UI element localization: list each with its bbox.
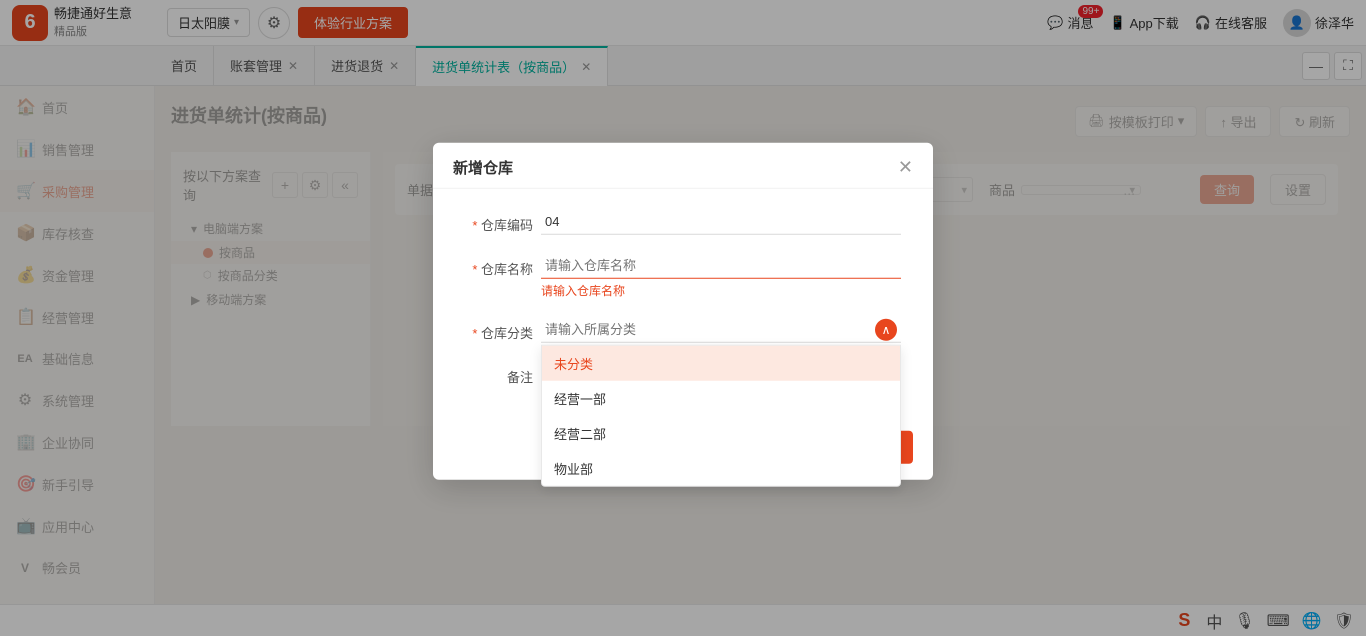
dropdown-item-ops1[interactable]: 经营一部: [542, 381, 900, 416]
form-row-category: 仓库分类 ∧ 未分类 经营一部 经营二部 物业部: [465, 317, 901, 343]
code-input[interactable]: [541, 209, 901, 235]
name-error-msg: 请输入仓库名称: [541, 282, 901, 299]
note-label: 备注: [465, 361, 533, 386]
name-input[interactable]: [541, 253, 901, 279]
category-select-wrap: ∧ 未分类 经营一部 经营二部 物业部: [541, 317, 901, 343]
form-row-name: 仓库名称 请输入仓库名称: [465, 253, 901, 299]
category-toggle-button[interactable]: ∧: [875, 319, 897, 341]
new-warehouse-modal: 新增仓库 ✕ 仓库编码 仓库名称 请输入仓库名称 仓库分类 ∧: [433, 143, 933, 480]
dropdown-item-property[interactable]: 物业部: [542, 451, 900, 486]
category-label: 仓库分类: [465, 317, 533, 342]
name-col: 请输入仓库名称: [541, 253, 901, 299]
modal-body: 仓库编码 仓库名称 请输入仓库名称 仓库分类 ∧ 未分类 经营一部: [433, 189, 933, 421]
form-row-code: 仓库编码: [465, 209, 901, 235]
name-label: 仓库名称: [465, 253, 533, 278]
code-col: [541, 209, 901, 235]
modal-header: 新增仓库 ✕: [433, 143, 933, 189]
modal-close-button[interactable]: ✕: [898, 157, 913, 178]
category-input[interactable]: [541, 317, 901, 343]
dropdown-item-unclassified[interactable]: 未分类: [542, 346, 900, 381]
modal-title: 新增仓库: [453, 157, 513, 178]
dropdown-item-ops2[interactable]: 经营二部: [542, 416, 900, 451]
code-label: 仓库编码: [465, 209, 533, 234]
category-dropdown: 未分类 经营一部 经营二部 物业部: [541, 345, 901, 487]
